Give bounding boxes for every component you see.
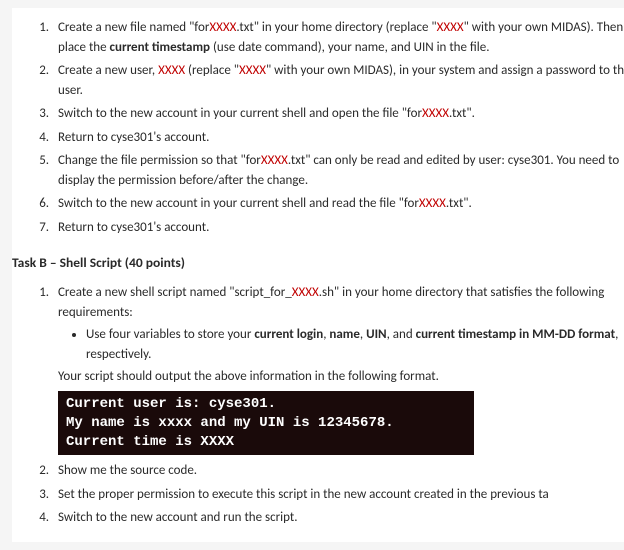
text: Return to cyse301's account. (58, 130, 209, 145)
text: .txt" in your home directory (replace " (236, 20, 436, 35)
terminal-line-1: Current user is: cyse301. (66, 395, 466, 414)
bold-text: current login (254, 327, 323, 342)
text: .txt". (449, 106, 475, 121)
bold-text: current timestamp (110, 40, 210, 55)
task-a-item-3: Switch to the new account in your curren… (52, 104, 624, 124)
text: Return to cyse301's account. (58, 220, 209, 235)
task-b-item-4: Switch to the new account and run the sc… (52, 508, 624, 528)
placeholder-red: XXXX (209, 20, 236, 35)
placeholder-red: XXXX (419, 196, 446, 211)
bold-text: current timestamp in MM-DD format (416, 327, 615, 342)
task-b-heading: Task B – Shell Script (40 points) (12, 253, 624, 273)
text: Change the file permission so that "for (58, 153, 261, 168)
task-a-item-7: Return to cyse301's account. (52, 218, 624, 238)
task-a-item-2: Create a new user, XXXX (replace "XXXX" … (52, 61, 624, 100)
text: (replace " (185, 63, 239, 78)
task-b-item-1: Create a new shell script named "script_… (52, 283, 624, 455)
text: Use four variables to store your (86, 327, 254, 342)
task-a-item-1: Create a new file named "forXXXX.txt" in… (52, 18, 624, 57)
text: Switch to the new account in your curren… (58, 106, 422, 121)
task-a-item-4: Return to cyse301's account. (52, 128, 624, 148)
requirements-list: Use four variables to store your current… (58, 325, 624, 364)
format-instruction: Your script should output the above info… (58, 367, 624, 387)
text: (use date command), your name, and UIN i… (210, 40, 490, 55)
text: Create a new file named "for (58, 20, 209, 35)
placeholder-red: XXXX (437, 20, 464, 35)
text: .txt". (446, 196, 472, 211)
task-b-item-3: Set the proper permission to execute thi… (52, 485, 624, 505)
bold-text: name (329, 327, 360, 342)
text: Switch to the new account in your curren… (58, 196, 419, 211)
bold-text: UIN (366, 327, 387, 342)
text: , and (387, 327, 416, 342)
task-a-item-5: Change the file permission so that "forX… (52, 151, 624, 190)
text: Create a new shell script named "script_… (58, 285, 292, 300)
task-b-item-2: Show me the source code. (52, 461, 624, 481)
placeholder-red: XXXX (261, 153, 288, 168)
task-b-list: Create a new shell script named "script_… (24, 283, 624, 528)
placeholder-red: XXXX (292, 285, 319, 300)
terminal-line-3: Current time is XXXX (66, 433, 466, 452)
task-a-list: Create a new file named "forXXXX.txt" in… (24, 18, 624, 237)
placeholder-red: XXXX (422, 106, 449, 121)
requirement-bullet: Use four variables to store your current… (86, 325, 624, 364)
text: Create a new user, (58, 63, 158, 78)
terminal-line-2: My name is xxxx and my UIN is 12345678. (66, 414, 466, 433)
terminal-output: Current user is: cyse301. My name is xxx… (58, 391, 474, 456)
placeholder-red: XXXX (158, 63, 185, 78)
task-a-item-6: Switch to the new account in your curren… (52, 194, 624, 214)
placeholder-red: XXXX (239, 63, 266, 78)
